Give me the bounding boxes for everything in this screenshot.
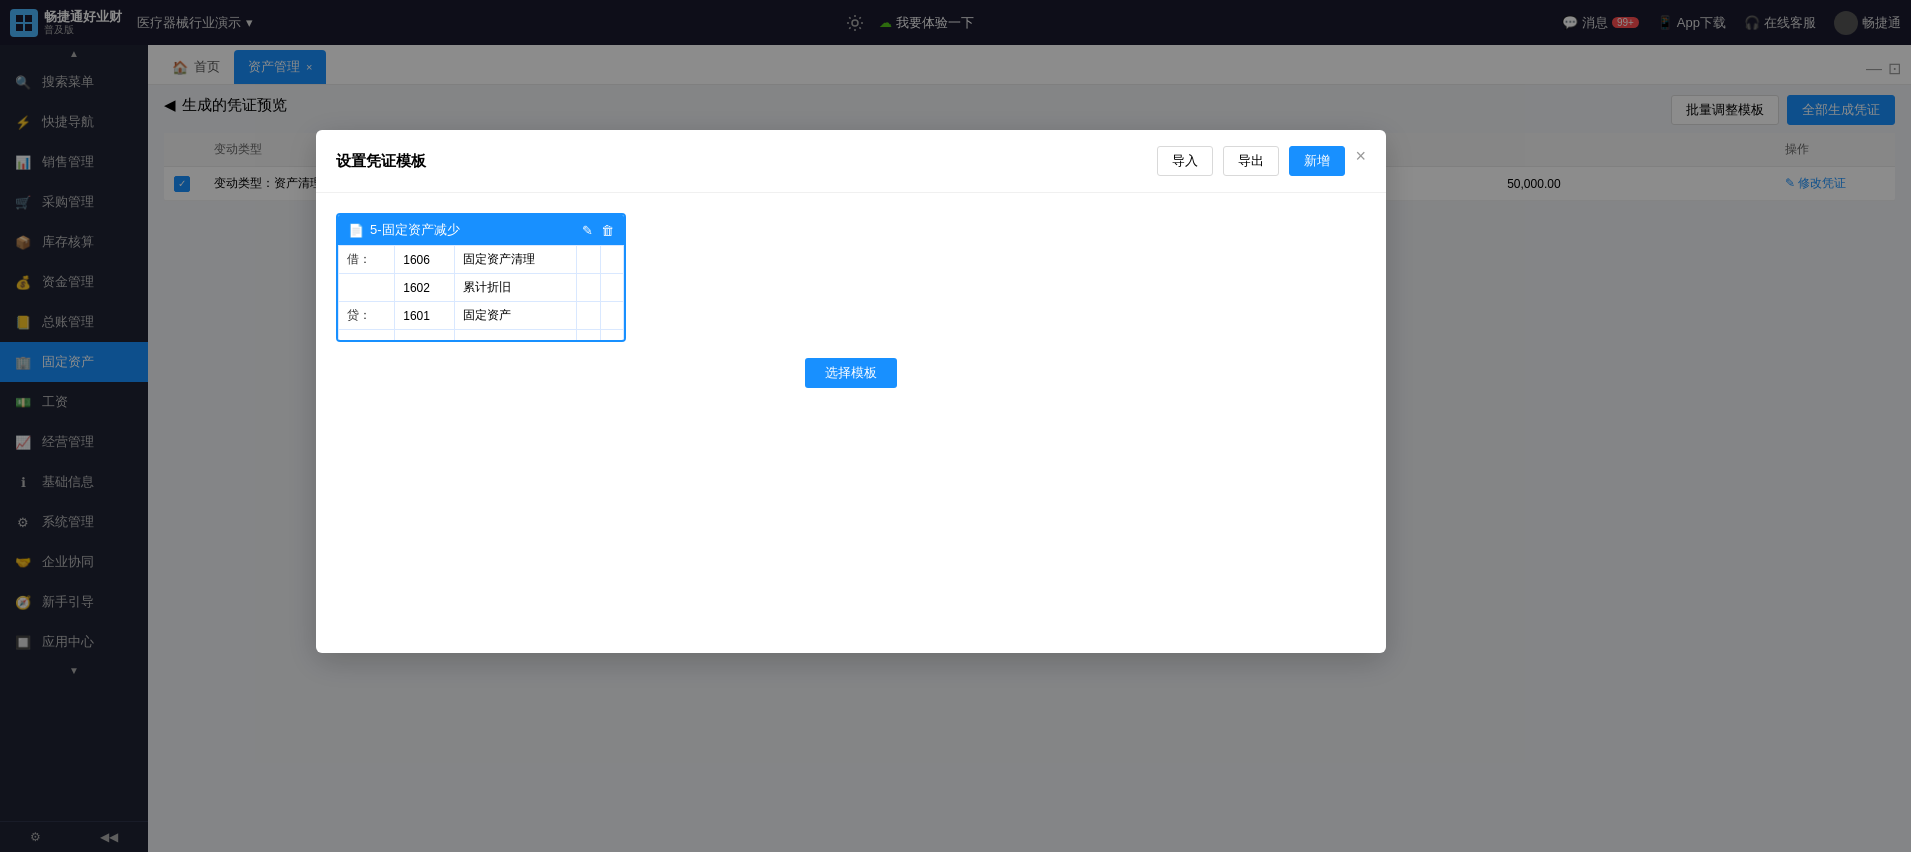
template-name: 固定资产减少: [382, 222, 460, 237]
template-row-1: 借： 1606 固定资产清理: [339, 246, 624, 274]
entry-type-2: [339, 274, 395, 302]
entry-credit-1: [600, 246, 623, 274]
modal-close-btn[interactable]: ×: [1355, 146, 1366, 176]
entry-debit-1: [577, 246, 600, 274]
entry-code-4: [395, 330, 455, 341]
template-row-4: [339, 330, 624, 341]
new-btn[interactable]: 新增: [1289, 146, 1345, 176]
entry-type-4: [339, 330, 395, 341]
entry-name-2: 累计折旧: [455, 274, 577, 302]
template-number: 5: [370, 222, 377, 237]
template-entries-table: 借： 1606 固定资产清理 1602 累计折旧: [338, 245, 624, 340]
modal-header: 设置凭证模板 导入 导出 新增 ×: [316, 130, 1386, 193]
template-row-2: 1602 累计折旧: [339, 274, 624, 302]
entry-name-3: 固定资产: [455, 302, 577, 330]
entry-debit-4: [577, 330, 600, 341]
template-header-right: ✎ 🗑: [582, 223, 614, 238]
template-doc-icon: 📄: [348, 223, 364, 238]
modal-title: 设置凭证模板: [336, 152, 426, 171]
template-card: 📄 5-固定资产减少 ✎ 🗑 借： 1606 固定资产清: [336, 213, 626, 342]
entry-credit-2: [600, 274, 623, 302]
template-row-3: 贷： 1601 固定资产: [339, 302, 624, 330]
entry-name-4: [455, 330, 577, 341]
entry-credit-3: [600, 302, 623, 330]
set-template-modal: 设置凭证模板 导入 导出 新增 × 📄 5-固定资产减少 ✎ 🗑: [316, 130, 1386, 653]
entry-credit-4: [600, 330, 623, 341]
select-template-wrapper: 选择模板: [336, 358, 1366, 388]
export-btn[interactable]: 导出: [1223, 146, 1279, 176]
template-edit-icon[interactable]: ✎: [582, 223, 593, 238]
template-header-left: 📄 5-固定资产减少: [348, 221, 460, 239]
entry-debit-2: [577, 274, 600, 302]
select-template-btn[interactable]: 选择模板: [805, 358, 897, 388]
entry-code-3: 1601: [395, 302, 455, 330]
template-title: 5-固定资产减少: [370, 221, 460, 239]
entry-name-1: 固定资产清理: [455, 246, 577, 274]
template-card-body: 借： 1606 固定资产清理 1602 累计折旧: [338, 245, 624, 340]
entry-code-2: 1602: [395, 274, 455, 302]
template-card-header: 📄 5-固定资产减少 ✎ 🗑: [338, 215, 624, 245]
modal-toolbar: 导入 导出 新增 ×: [1157, 146, 1366, 176]
modal-body: 📄 5-固定资产减少 ✎ 🗑 借： 1606 固定资产清: [316, 193, 1386, 653]
import-btn[interactable]: 导入: [1157, 146, 1213, 176]
entry-code-1: 1606: [395, 246, 455, 274]
template-delete-icon[interactable]: 🗑: [601, 223, 614, 238]
entry-type-1: 借：: [339, 246, 395, 274]
entry-debit-3: [577, 302, 600, 330]
entry-type-3: 贷：: [339, 302, 395, 330]
